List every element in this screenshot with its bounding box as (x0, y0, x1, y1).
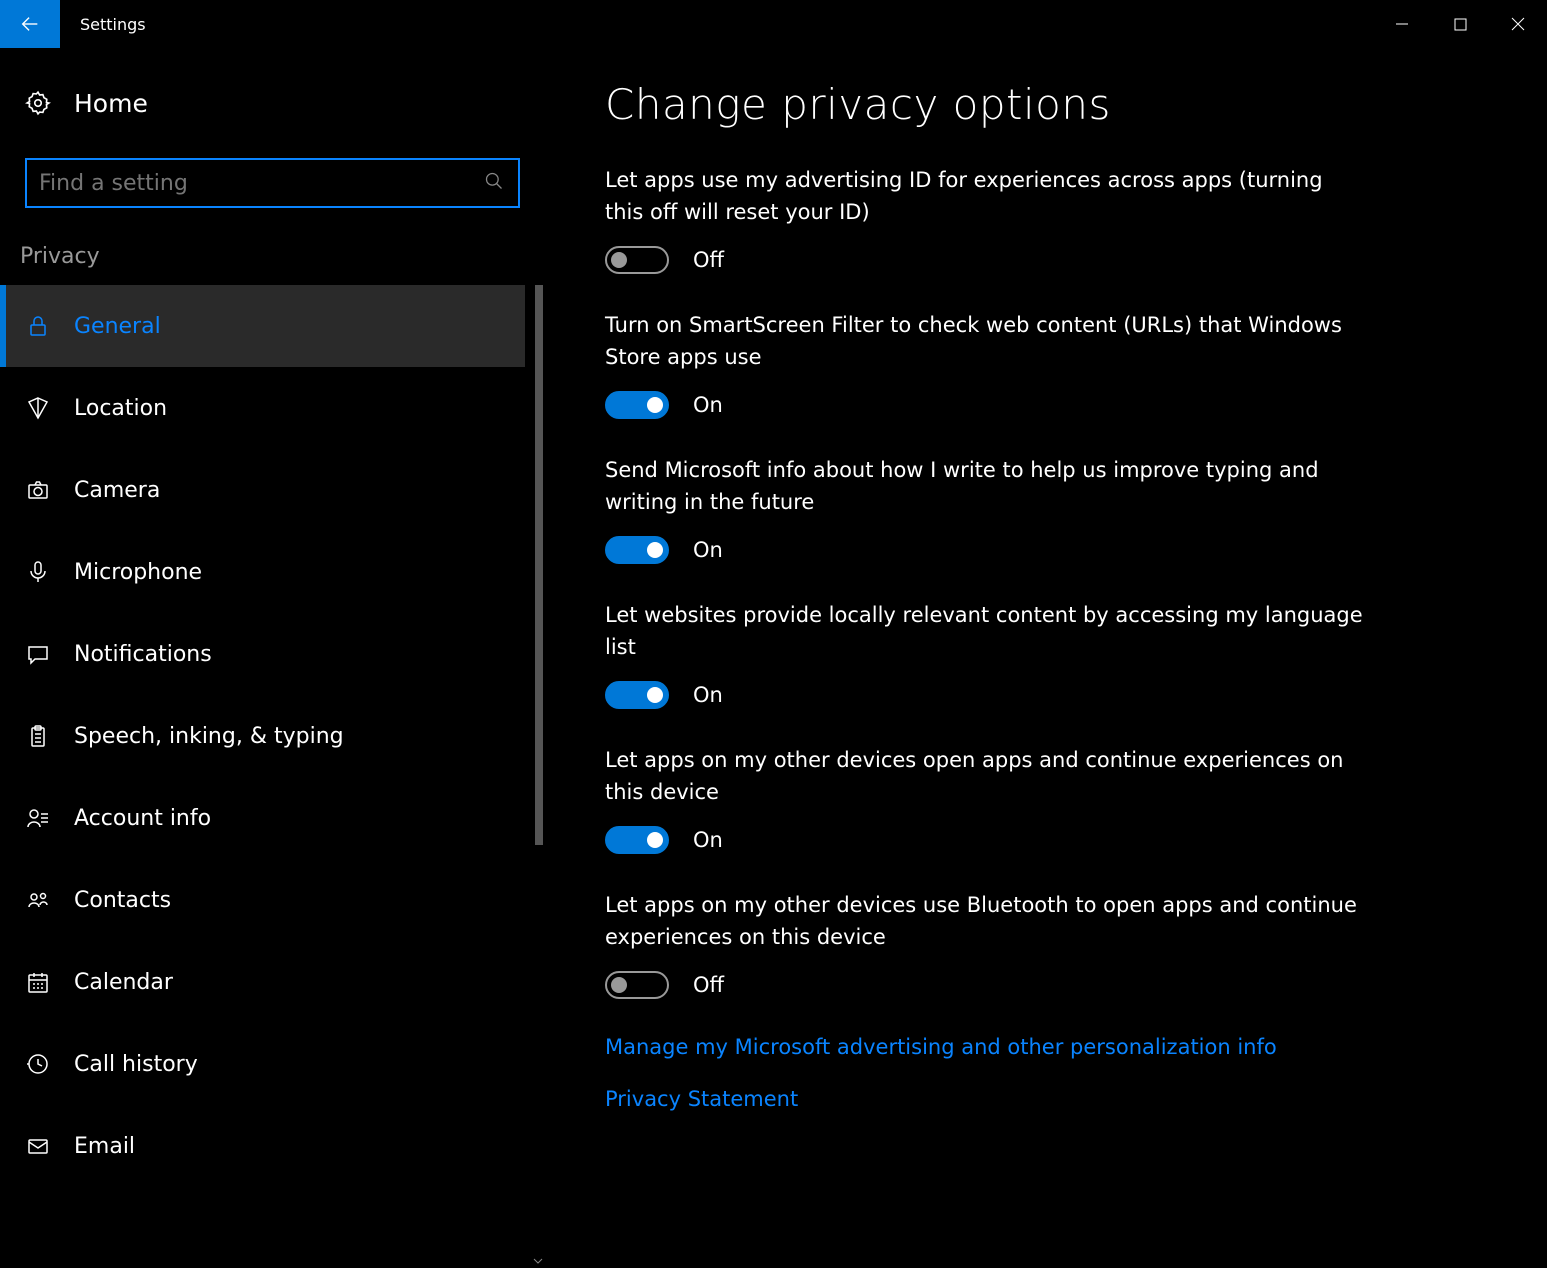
maximize-icon (1454, 18, 1467, 31)
link-manage-ads[interactable]: Manage my Microsoft advertising and othe… (605, 1035, 1477, 1059)
toggle-knob (647, 687, 663, 703)
sidebar-item-label: Calendar (74, 970, 173, 995)
toggle-state-label: On (693, 828, 723, 852)
sidebar-item-label: Account info (74, 806, 211, 831)
setting-label: Turn on SmartScreen Filter to check web … (605, 310, 1365, 373)
sidebar: Home Privacy General Location Camera Microp… (0, 48, 545, 1268)
search-input[interactable] (25, 158, 520, 208)
account-icon (25, 806, 51, 830)
sidebar-item-label: Call history (74, 1052, 198, 1077)
setting-label: Let apps on my other devices use Bluetoo… (605, 890, 1365, 953)
email-icon (25, 1134, 51, 1158)
toggle-smartscreen[interactable] (605, 391, 669, 419)
sidebar-item-callhistory[interactable]: Call history (0, 1023, 525, 1105)
window-title: Settings (60, 0, 146, 48)
gear-icon (25, 90, 51, 116)
sidebar-item-label: Email (74, 1134, 135, 1159)
toggle-state-label: Off (693, 973, 724, 997)
setting-typing-info: Send Microsoft info about how I write to… (605, 455, 1477, 564)
sidebar-item-camera[interactable]: Camera (0, 449, 525, 531)
sidebar-item-label: Microphone (74, 560, 202, 585)
setting-advertising-id: Let apps use my advertising ID for exper… (605, 165, 1477, 274)
minimize-icon (1395, 17, 1409, 31)
toggle-bluetooth[interactable] (605, 971, 669, 999)
toggle-row: On (605, 536, 1477, 564)
clipboard-icon (25, 724, 51, 748)
close-icon (1511, 17, 1525, 31)
setting-label: Let apps use my advertising ID for exper… (605, 165, 1365, 228)
history-icon (25, 1052, 51, 1076)
camera-icon (25, 478, 51, 502)
sidebar-item-label: Notifications (74, 642, 212, 667)
setting-bluetooth: Let apps on my other devices use Bluetoo… (605, 890, 1477, 999)
sidebar-item-general[interactable]: General (0, 285, 525, 367)
toggle-row: On (605, 391, 1477, 419)
toggle-state-label: On (693, 683, 723, 707)
sidebar-item-speech[interactable]: Speech, inking, & typing (0, 695, 525, 777)
message-icon (25, 642, 51, 666)
toggle-advertising-id[interactable] (605, 246, 669, 274)
calendar-icon (25, 970, 51, 994)
toggle-row: On (605, 826, 1477, 854)
contacts-icon (25, 888, 51, 912)
sidebar-item-label: Location (74, 396, 167, 421)
location-icon (25, 396, 51, 420)
setting-cross-device: Let apps on my other devices open apps a… (605, 745, 1477, 854)
sidebar-item-notifications[interactable]: Notifications (0, 613, 525, 695)
toggle-knob (647, 542, 663, 558)
search-container (25, 158, 520, 208)
sidebar-item-label: Camera (74, 478, 160, 503)
back-button[interactable] (0, 0, 60, 48)
page-heading: Change privacy options (605, 80, 1477, 129)
toggle-row: On (605, 681, 1477, 709)
toggle-row: Off (605, 971, 1477, 999)
nav: General Location Camera Microphone Notificat… (0, 285, 545, 1268)
titlebar: Settings (0, 0, 1547, 48)
sidebar-item-label: General (74, 314, 161, 339)
setting-label: Send Microsoft info about how I write to… (605, 455, 1365, 518)
toggle-knob (647, 397, 663, 413)
toggle-knob (611, 977, 627, 993)
toggle-language-list[interactable] (605, 681, 669, 709)
sidebar-item-location[interactable]: Location (0, 367, 525, 449)
toggle-typing-info[interactable] (605, 536, 669, 564)
toggle-cross-device[interactable] (605, 826, 669, 854)
toggle-knob (647, 832, 663, 848)
toggle-state-label: Off (693, 248, 724, 272)
sidebar-scrollbar[interactable] (533, 285, 545, 1268)
maximize-button[interactable] (1431, 0, 1489, 48)
home-label: Home (74, 89, 148, 118)
toggle-state-label: On (693, 538, 723, 562)
minimize-button[interactable] (1373, 0, 1431, 48)
setting-label: Let websites provide locally relevant co… (605, 600, 1365, 663)
setting-label: Let apps on my other devices open apps a… (605, 745, 1365, 808)
setting-smartscreen: Turn on SmartScreen Filter to check web … (605, 310, 1477, 419)
microphone-icon (25, 560, 51, 584)
toggle-state-label: On (693, 393, 723, 417)
sidebar-item-microphone[interactable]: Microphone (0, 531, 525, 613)
sidebar-item-account[interactable]: Account info (0, 777, 525, 859)
category-label: Privacy (0, 208, 545, 285)
home-button[interactable]: Home (0, 70, 545, 136)
sidebar-item-label: Contacts (74, 888, 171, 913)
sidebar-item-label: Speech, inking, & typing (74, 724, 344, 749)
sidebar-scrollbar-thumb[interactable] (535, 285, 543, 845)
close-button[interactable] (1489, 0, 1547, 48)
link-privacy-statement[interactable]: Privacy Statement (605, 1087, 1477, 1111)
sidebar-item-calendar[interactable]: Calendar (0, 941, 525, 1023)
chevron-down-icon (533, 1251, 543, 1268)
sidebar-item-email[interactable]: Email (0, 1105, 525, 1187)
sidebar-item-contacts[interactable]: Contacts (0, 859, 525, 941)
main-content: Change privacy options Let apps use my a… (545, 48, 1547, 1268)
toggle-knob (611, 252, 627, 268)
arrow-left-icon (19, 13, 41, 35)
setting-language-list: Let websites provide locally relevant co… (605, 600, 1477, 709)
window-controls (1373, 0, 1547, 48)
lock-icon (25, 314, 51, 338)
toggle-row: Off (605, 246, 1477, 274)
